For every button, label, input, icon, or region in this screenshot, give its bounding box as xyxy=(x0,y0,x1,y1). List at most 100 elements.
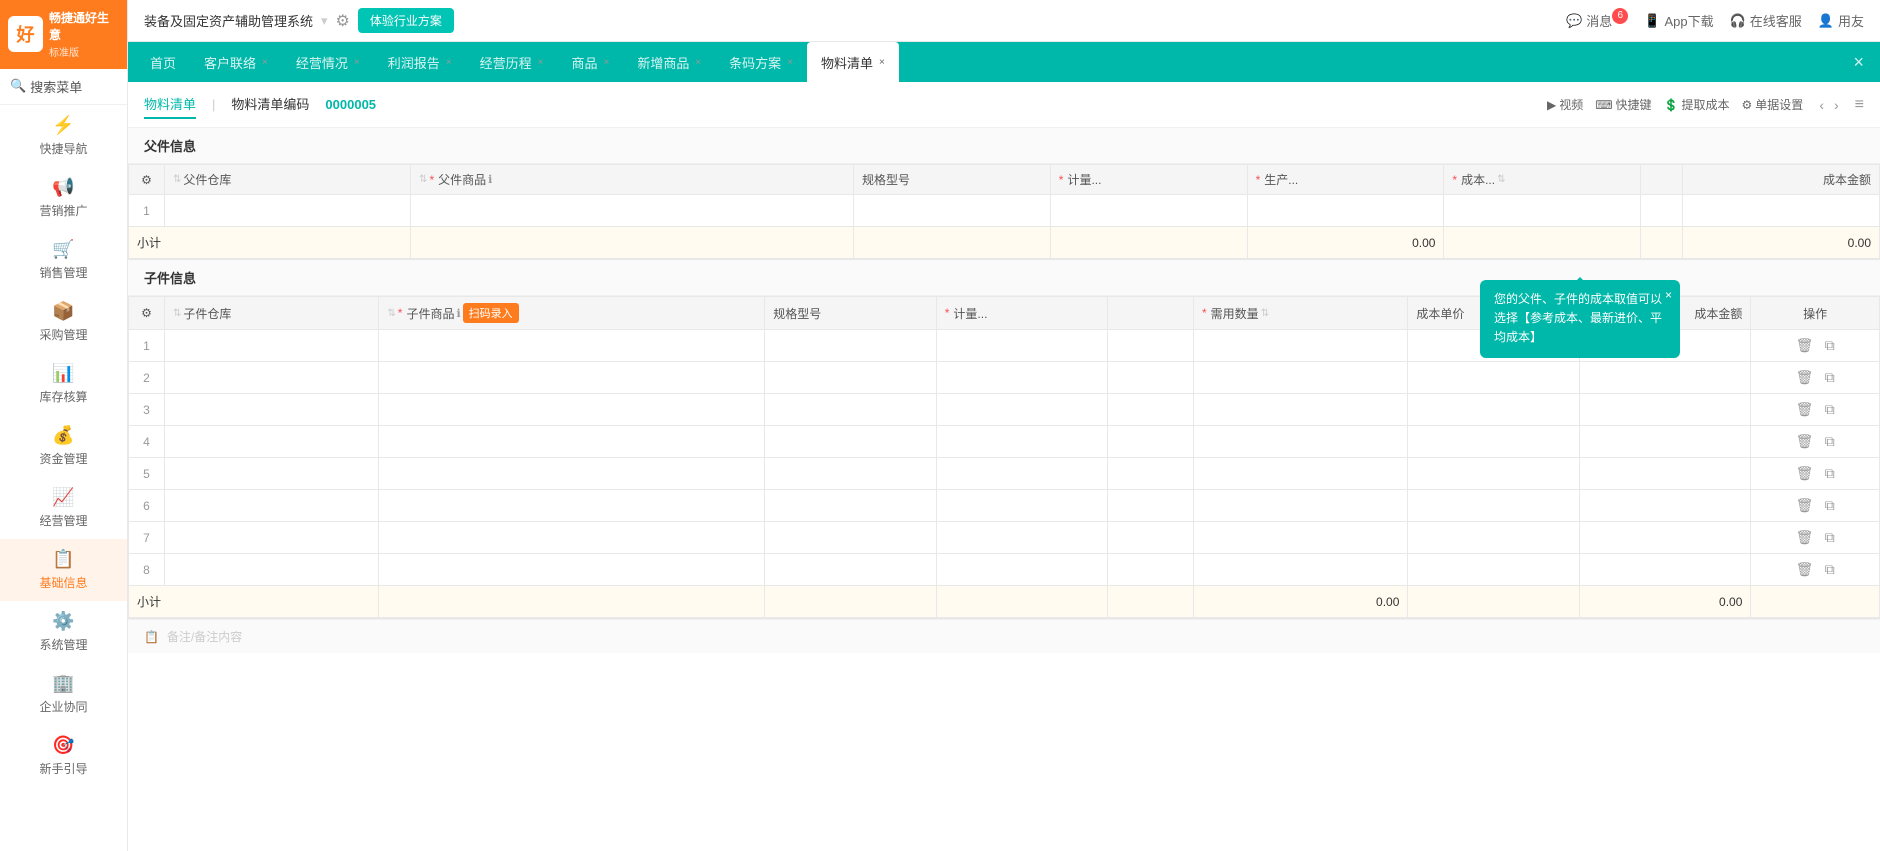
delete-btn-8[interactable]: 🗑 xyxy=(1792,561,1818,577)
sidebar-search[interactable]: 🔍 搜索菜单 xyxy=(0,69,127,105)
tab-history[interactable]: 经营历程 × xyxy=(466,42,558,82)
tab-goods[interactable]: 商品 × xyxy=(557,42,623,82)
child-unit-cell-7[interactable] xyxy=(936,522,1108,554)
parent-unit-cell[interactable] xyxy=(1050,195,1247,227)
nav-close-all[interactable]: × xyxy=(1845,52,1872,73)
sidebar-item-inventory[interactable]: 📊 库存核算 xyxy=(0,353,127,415)
child-spec-cell-8[interactable] xyxy=(765,554,937,586)
child-unit-cell-5[interactable] xyxy=(936,458,1108,490)
child-product-cell-1[interactable] xyxy=(379,330,765,362)
child-col-settings-icon[interactable]: ⚙ xyxy=(141,306,152,320)
child-warehouse-cell-3[interactable] xyxy=(165,394,379,426)
parent-spec-cell[interactable] xyxy=(853,195,1050,227)
sidebar-item-enterprise[interactable]: 🏢 企业协同 xyxy=(0,663,127,725)
tab-barcode[interactable]: 条码方案 × xyxy=(715,42,807,82)
child-spec-cell-5[interactable] xyxy=(765,458,937,490)
child-spec-cell-1[interactable] xyxy=(765,330,937,362)
child-unit-cell-3[interactable] xyxy=(936,394,1108,426)
child-warehouse-cell-7[interactable] xyxy=(165,522,379,554)
delete-btn-6[interactable]: 🗑 xyxy=(1792,497,1818,513)
child-qty-cell-2[interactable] xyxy=(1194,362,1408,394)
single-settings-action[interactable]: ⚙ 单据设置 xyxy=(1742,96,1804,113)
tab-customer-close[interactable]: × xyxy=(262,57,268,68)
child-qty-cell-4[interactable] xyxy=(1194,426,1408,458)
copy-btn-8[interactable]: ⧉ xyxy=(1821,561,1839,577)
copy-btn-4[interactable]: ⧉ xyxy=(1821,433,1839,449)
sidebar-item-operations[interactable]: 📈 经营管理 xyxy=(0,477,127,539)
tab-history-close[interactable]: × xyxy=(538,57,544,68)
online-service-action[interactable]: 🎧 在线客服 xyxy=(1730,11,1802,30)
next-arrow[interactable]: › xyxy=(1830,95,1843,115)
tab-profit[interactable]: 利润报告 × xyxy=(374,42,466,82)
child-unit-cell-6[interactable] xyxy=(936,490,1108,522)
child-unit-cell-1[interactable] xyxy=(936,330,1108,362)
copy-btn-5[interactable]: ⧉ xyxy=(1821,465,1839,481)
child-spec-cell-7[interactable] xyxy=(765,522,937,554)
child-spec-cell-4[interactable] xyxy=(765,426,937,458)
copy-btn-1[interactable]: ⧉ xyxy=(1821,337,1839,353)
child-product-cell-5[interactable] xyxy=(379,458,765,490)
child-unit-cell-4[interactable] xyxy=(936,426,1108,458)
child-price-cell-2[interactable] xyxy=(1408,362,1580,394)
video-action[interactable]: ▶ 视频 xyxy=(1547,96,1583,113)
sidebar-item-finance[interactable]: 💰 资金管理 xyxy=(0,415,127,477)
child-qty-cell-5[interactable] xyxy=(1194,458,1408,490)
tab-bom[interactable]: 物料清单 × xyxy=(807,42,899,82)
child-warehouse-cell-6[interactable] xyxy=(165,490,379,522)
child-warehouse-cell-4[interactable] xyxy=(165,426,379,458)
tab-home[interactable]: 首页 xyxy=(136,42,190,82)
col-settings-icon[interactable]: ⚙ xyxy=(141,173,152,187)
parent-warehouse-cell[interactable] xyxy=(165,195,411,227)
child-warehouse-cell-8[interactable] xyxy=(165,554,379,586)
tab-new-goods-close[interactable]: × xyxy=(695,57,701,68)
child-product-info-icon[interactable]: ℹ xyxy=(456,307,460,320)
child-spec-cell-2[interactable] xyxy=(765,362,937,394)
child-spec-cell-6[interactable] xyxy=(765,490,937,522)
delete-btn-1[interactable]: 🗑 xyxy=(1792,337,1818,353)
prev-arrow[interactable]: ‹ xyxy=(1815,95,1828,115)
child-warehouse-cell-2[interactable] xyxy=(165,362,379,394)
tab-new-goods[interactable]: 新增商品 × xyxy=(623,42,715,82)
child-price-cell-5[interactable] xyxy=(1408,458,1580,490)
tooltip-close[interactable]: × xyxy=(1665,286,1672,305)
sidebar-item-system[interactable]: ⚙️ 系统管理 xyxy=(0,601,127,663)
tab-bom-close[interactable]: × xyxy=(879,57,885,68)
scan-button[interactable]: 扫码录入 xyxy=(463,303,519,323)
child-product-cell-7[interactable] xyxy=(379,522,765,554)
delete-btn-5[interactable]: 🗑 xyxy=(1792,465,1818,481)
message-action[interactable]: 💬 消息 6 xyxy=(1566,11,1628,30)
child-product-cell-3[interactable] xyxy=(379,394,765,426)
child-spec-cell-3[interactable] xyxy=(765,394,937,426)
sidebar-item-quick-nav[interactable]: ⚡ 快捷导航 xyxy=(0,105,127,167)
copy-btn-6[interactable]: ⧉ xyxy=(1821,497,1839,513)
child-unit-cell-2[interactable] xyxy=(936,362,1108,394)
grid-view-icon[interactable]: ≡ xyxy=(1855,96,1864,114)
parent-prod-cell[interactable] xyxy=(1247,195,1444,227)
delete-btn-7[interactable]: 🗑 xyxy=(1792,529,1818,545)
tab-profit-close[interactable]: × xyxy=(446,57,452,68)
parent-product-cell[interactable] xyxy=(411,195,854,227)
child-unit-cell-8[interactable] xyxy=(936,554,1108,586)
child-product-cell-8[interactable] xyxy=(379,554,765,586)
child-qty-cell-1[interactable] xyxy=(1194,330,1408,362)
child-price-cell-7[interactable] xyxy=(1408,522,1580,554)
product-info-icon[interactable]: ℹ xyxy=(488,173,492,186)
child-price-cell-3[interactable] xyxy=(1408,394,1580,426)
child-product-cell-2[interactable] xyxy=(379,362,765,394)
child-qty-cell-7[interactable] xyxy=(1194,522,1408,554)
sidebar-item-marketing[interactable]: 📢 营销推广 xyxy=(0,167,127,229)
app-download-action[interactable]: 📱 App下载 xyxy=(1644,11,1713,30)
child-qty-cell-6[interactable] xyxy=(1194,490,1408,522)
delete-btn-3[interactable]: 🗑 xyxy=(1792,401,1818,417)
settings-icon[interactable]: ⚙ xyxy=(336,11,350,31)
parent-cost-cell[interactable] xyxy=(1444,195,1641,227)
child-product-cell-6[interactable] xyxy=(379,490,765,522)
tab-goods-close[interactable]: × xyxy=(603,57,609,68)
tab-bom-list[interactable]: 物料清单 xyxy=(144,90,196,119)
copy-btn-3[interactable]: ⧉ xyxy=(1821,401,1839,417)
copy-btn-2[interactable]: ⧉ xyxy=(1821,369,1839,385)
child-qty-cell-3[interactable] xyxy=(1194,394,1408,426)
copy-btn-7[interactable]: ⧉ xyxy=(1821,529,1839,545)
tab-operations[interactable]: 经营情况 × xyxy=(282,42,374,82)
child-price-cell-8[interactable] xyxy=(1408,554,1580,586)
